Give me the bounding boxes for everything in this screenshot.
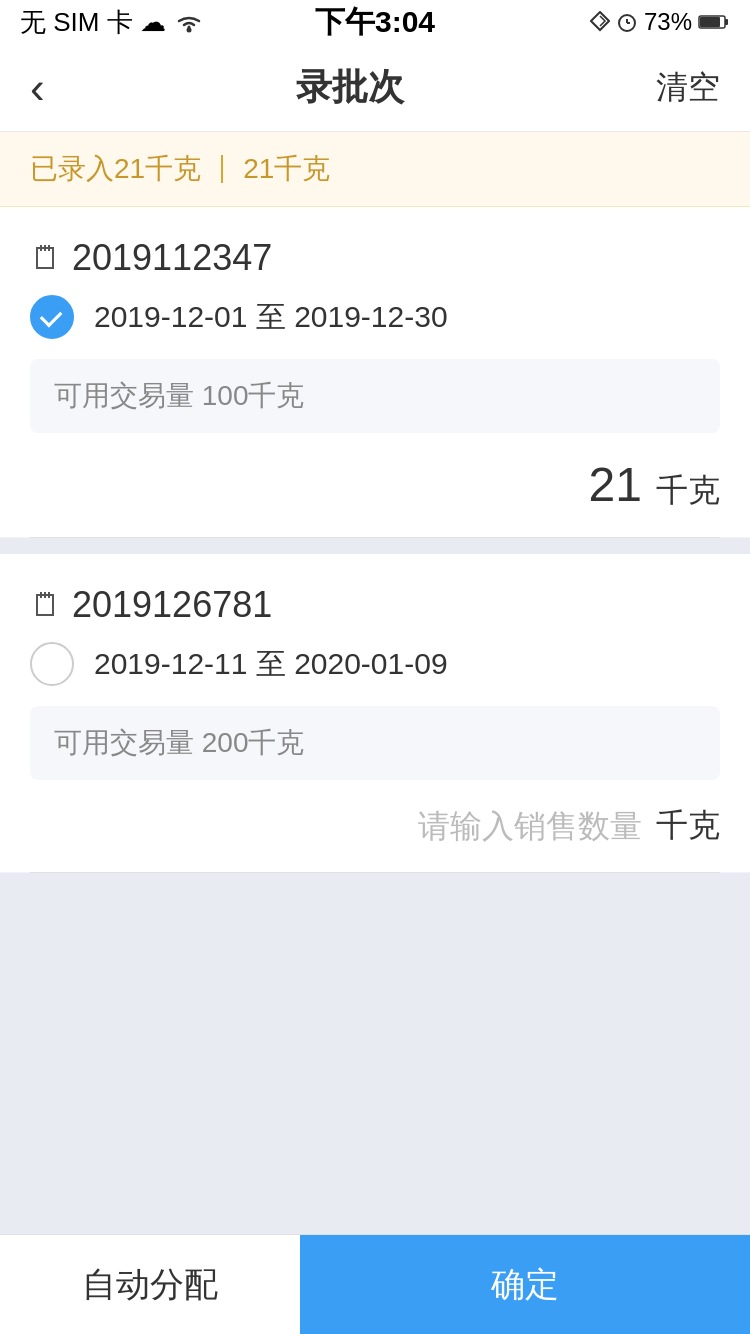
input-unit-2: 千克 (656, 804, 720, 848)
confirm-button[interactable]: 确定 (300, 1235, 750, 1334)
batch-item-2: 🗒 2019126781 2019-12-11 至 2020-01-09 可用交… (0, 554, 750, 780)
batch-date-2: 2019-12-11 至 2020-01-09 (94, 644, 448, 685)
auto-distribute-button[interactable]: 自动分配 (0, 1235, 300, 1334)
status-bar: 无 SIM 卡 ☁ 下午3:04 73% (0, 0, 750, 44)
input-row-2: 千克 (0, 780, 750, 872)
sim-text: 无 SIM 卡 ☁ (20, 5, 166, 40)
quantity-input-2[interactable] (242, 808, 642, 845)
wifi-icon (174, 11, 204, 33)
svg-rect-5 (725, 19, 728, 25)
batch-header-2: 🗒 2019126781 (30, 584, 720, 626)
recorded-text: 已录入21千克 (30, 150, 201, 188)
amount-unit-1: 千克 (656, 469, 720, 513)
amount-row-1: 21 千克 (0, 433, 750, 537)
avail-box-2: 可用交易量 200千克 (30, 706, 720, 780)
alarm-icon (616, 11, 638, 33)
radio-btn-2[interactable] (30, 642, 74, 686)
total-text: 21千克 (243, 150, 330, 188)
page-title: 录批次 (296, 63, 404, 112)
bottom-bar: 自动分配 确定 (0, 1234, 750, 1334)
banner-divider (221, 155, 223, 183)
clear-button[interactable]: 清空 (656, 66, 720, 110)
battery-icon (698, 13, 730, 31)
status-right: 73% (590, 8, 730, 36)
batch-id-2: 2019126781 (72, 584, 272, 626)
batch-header-1: 🗒 2019112347 (30, 237, 720, 279)
batch-icon-2: 🗒 (30, 587, 62, 624)
status-time: 下午3:04 (315, 2, 435, 43)
radio-btn-1[interactable] (30, 295, 74, 339)
nav-bar: ‹ 录批次 清空 (0, 44, 750, 132)
batch-date-1: 2019-12-01 至 2019-12-30 (94, 297, 448, 338)
avail-box-1: 可用交易量 100千克 (30, 359, 720, 433)
battery-percent: 73% (644, 8, 692, 36)
status-left: 无 SIM 卡 ☁ (20, 5, 204, 40)
batch-id-1: 2019112347 (72, 237, 272, 279)
batch-date-row-2: 2019-12-11 至 2020-01-09 (30, 642, 720, 686)
batch-icon-1: 🗒 (30, 240, 62, 277)
svg-point-0 (186, 28, 191, 33)
batch-date-row-1: 2019-12-01 至 2019-12-30 (30, 295, 720, 339)
svg-rect-6 (700, 17, 720, 27)
location-icon (590, 11, 610, 33)
amount-value-1: 21 (589, 457, 642, 512)
section-divider (0, 538, 750, 554)
batch-item-1: 🗒 2019112347 2019-12-01 至 2019-12-30 可用交… (0, 207, 750, 433)
back-button[interactable]: ‹ (30, 66, 45, 110)
info-banner: 已录入21千克 21千克 (0, 132, 750, 207)
